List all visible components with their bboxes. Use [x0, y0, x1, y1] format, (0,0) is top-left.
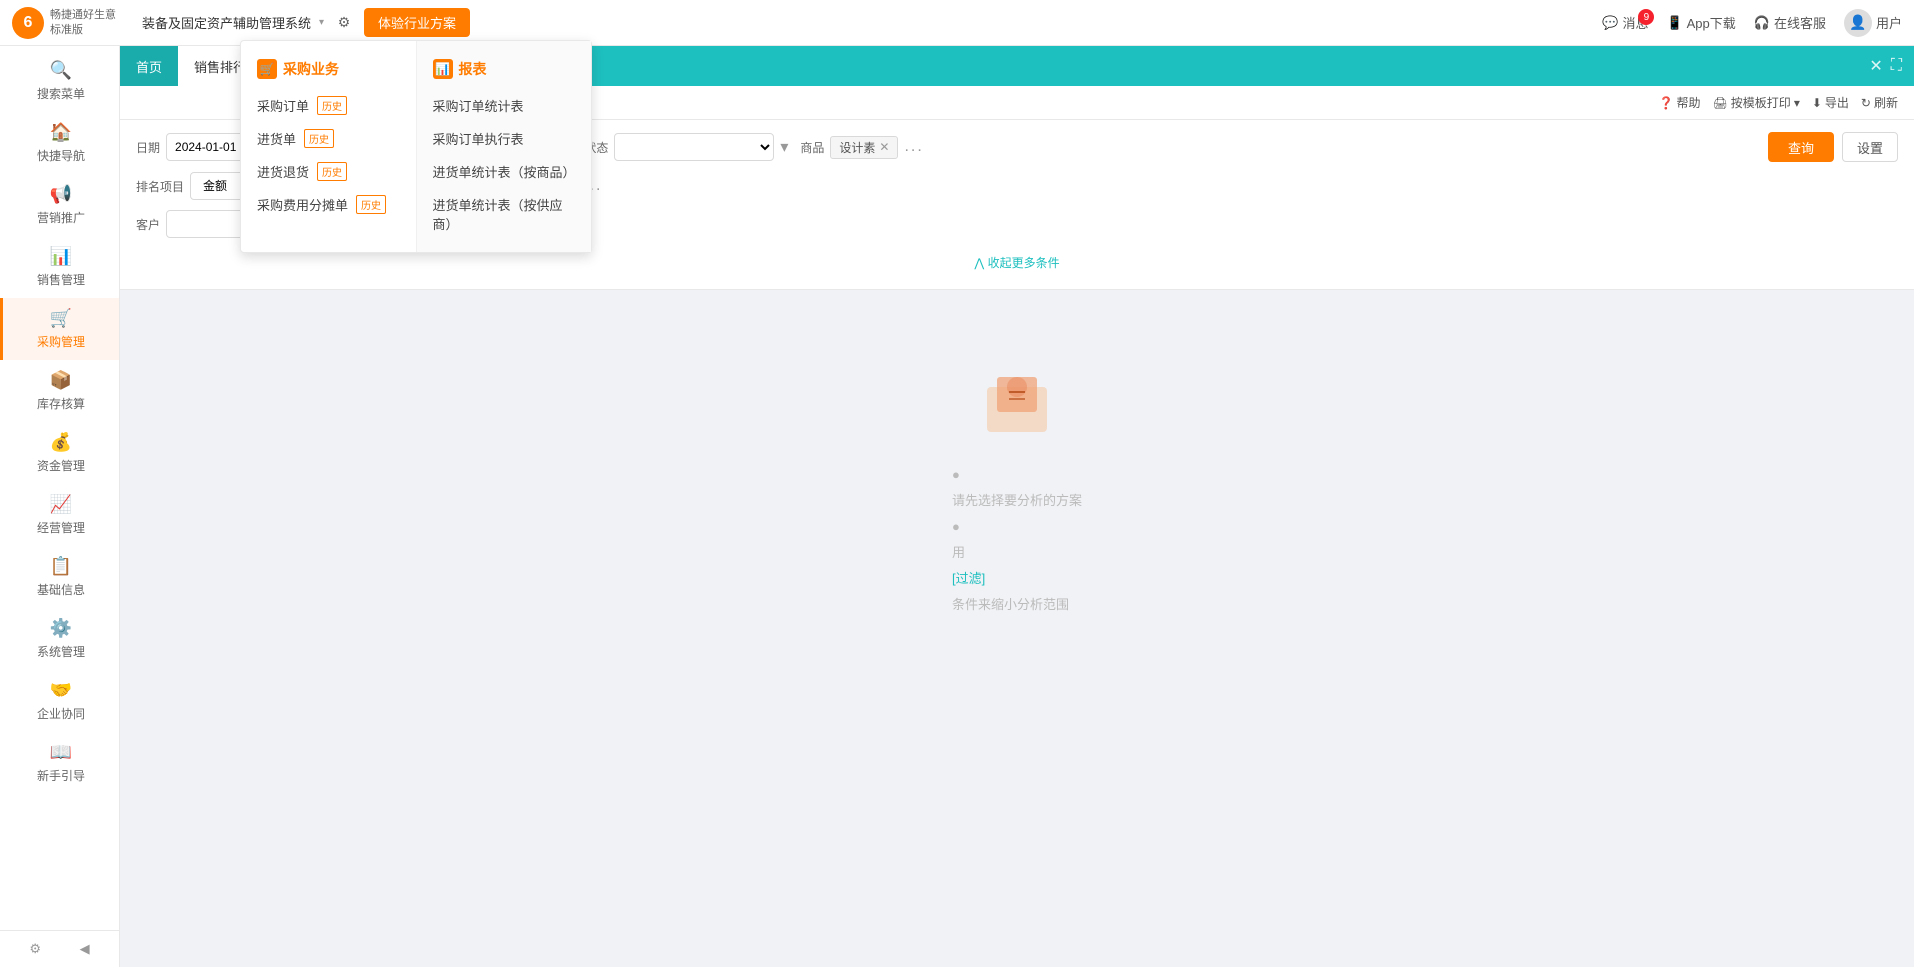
message-icon: 💬 [1602, 15, 1618, 31]
dropdown-item-order-stat[interactable]: 采购订单统计表 [417, 89, 592, 122]
collapse-sidebar-icon[interactable]: ◀ [80, 941, 90, 957]
inventory-icon: 📦 [50, 370, 72, 391]
print-arrow-icon: ▾ [1794, 96, 1800, 110]
sidebar-item-nav[interactable]: 🏠 快捷导航 [0, 112, 119, 174]
tab-minimize-icon[interactable]: ✕ [1869, 56, 1882, 76]
online-service-button[interactable]: 🎧 在线客服 [1754, 13, 1826, 32]
customer-label: 客户 [136, 216, 160, 233]
user-menu[interactable]: 👤 用户 [1844, 9, 1902, 37]
history-badge-1: 历史 [317, 96, 347, 115]
set-button[interactable]: 设置 [1842, 132, 1898, 162]
sales-icon: 📊 [50, 246, 72, 267]
sidebar-item-finance[interactable]: 💰 资金管理 [0, 422, 119, 484]
avatar: 👤 [1844, 9, 1872, 37]
sidebar: 🔍 搜索菜单 🏠 快捷导航 📢 营销推广 📊 销售管理 🛒 采购管理 📦 库存核… [0, 46, 120, 967]
sidebar-item-cooperation[interactable]: 🤝 企业协同 [0, 670, 119, 732]
logo: 6 畅捷通好生意 标准版 [12, 7, 132, 39]
tab-actions: ✕ ⛶ [1857, 46, 1914, 86]
sidebar-item-search[interactable]: 🔍 搜索菜单 [0, 50, 119, 112]
purchase-business-header: 🛒 采购业务 [241, 53, 416, 89]
doc-status-more-icon: ▾ [780, 137, 788, 157]
rank-item-label: 排名项目 [136, 178, 184, 195]
system-icon: ⚙️ [50, 618, 72, 639]
system-name: 装备及固定资产辅助管理系统 [142, 13, 311, 32]
collapse-up-icon: ⋀ [974, 256, 984, 270]
export-button[interactable]: ⬇ 导出 [1812, 94, 1849, 111]
topbar-system: 装备及固定资产辅助管理系统 ▾ ⚙ 体验行业方案 [142, 8, 1602, 37]
goods-label: 商品 [800, 139, 824, 156]
dropdown-item-purchase-order[interactable]: 采购订单 历史 [241, 89, 416, 122]
dropdown-item-stock-by-supplier[interactable]: 进货单统计表（按供应商） [417, 188, 592, 240]
gear-icon[interactable]: ⚙ [332, 11, 356, 35]
sidebar-item-base[interactable]: 📋 基础信息 [0, 546, 119, 608]
history-badge-3: 历史 [317, 162, 347, 181]
empty-state: ● 请先选择要分析的方案 ● 用[过滤]条件来缩小分析范围 [120, 290, 1914, 690]
doc-status-filter: 单据状态 ▾ [560, 133, 788, 161]
sidebar-item-purchase[interactable]: 🛒 采购管理 [0, 298, 119, 360]
purchase-business-header-icon: 🛒 [257, 59, 277, 79]
app-download-button[interactable]: 📱 App下载 [1666, 13, 1735, 32]
export-icon: ⬇ [1812, 96, 1822, 110]
message-badge: 9 [1638, 9, 1654, 25]
finance-icon: 💰 [50, 432, 72, 453]
operations-icon: 📈 [50, 494, 72, 515]
purchase-icon: 🛒 [50, 308, 72, 329]
sidebar-item-operations[interactable]: 📈 经营管理 [0, 484, 119, 546]
tab-expand-icon[interactable]: ⛶ [1891, 57, 1902, 75]
search-icon: 🔍 [50, 60, 72, 81]
dropdown-item-stock-by-goods[interactable]: 进货单统计表（按商品） [417, 155, 592, 188]
logo-icon: 6 [12, 7, 44, 39]
logo-text: 畅捷通好生意 标准版 [50, 8, 116, 37]
empty-tip2: 用[过滤]条件来缩小分析范围 [952, 540, 1082, 618]
system-arrow-icon[interactable]: ▾ [319, 17, 324, 28]
print-button[interactable]: 🖨 按模板打印 ▾ [1713, 94, 1800, 111]
dropdown-item-order-exec[interactable]: 采购订单执行表 [417, 122, 592, 155]
guide-icon: 📖 [50, 742, 72, 763]
topbar-right: 💬 消息 9 📱 App下载 🎧 在线客服 👤 用户 [1602, 9, 1902, 37]
action-buttons: 查询 设置 [1768, 132, 1898, 162]
report-header-icon: 📊 [433, 59, 453, 79]
home-icon: 🏠 [50, 122, 72, 143]
phone-icon: 📱 [1666, 15, 1682, 31]
goods-more-dots[interactable]: ... [904, 138, 923, 156]
sidebar-item-sales[interactable]: 📊 销售管理 [0, 236, 119, 298]
refresh-icon: ↻ [1861, 96, 1871, 110]
empty-illustration [967, 362, 1067, 442]
bullet2: ● [952, 514, 1082, 540]
history-badge-2: 历史 [304, 129, 334, 148]
sidebar-item-inventory[interactable]: 📦 库存核算 [0, 360, 119, 422]
date-label: 日期 [136, 139, 160, 156]
tab-home[interactable]: 首页 [120, 46, 178, 86]
goods-tag: 设计素 ✕ [830, 136, 898, 159]
history-badge-4: 历史 [356, 195, 386, 214]
sidebar-item-guide[interactable]: 📖 新手引导 [0, 732, 119, 794]
goods-filter: 商品 设计素 ✕ ... [800, 136, 923, 159]
help-icon: ❓ [1659, 96, 1674, 110]
industry-button[interactable]: 体验行业方案 [364, 8, 470, 37]
sidebar-item-marketing[interactable]: 📢 营销推广 [0, 174, 119, 236]
marketing-icon: 📢 [50, 184, 72, 205]
message-button[interactable]: 💬 消息 9 [1602, 13, 1648, 32]
sidebar-item-system[interactable]: ⚙️ 系统管理 [0, 608, 119, 670]
dropdown-item-return[interactable]: 进货退货 历史 [241, 155, 416, 188]
doc-status-select[interactable] [614, 133, 774, 161]
purchase-dropdown-menu: 🛒 采购业务 采购订单 历史 进货单 历史 进货退货 历史 采购费用分摊单 历史… [240, 40, 592, 253]
refresh-button[interactable]: ↻ 刷新 [1861, 94, 1898, 111]
query-button[interactable]: 查询 [1768, 132, 1834, 162]
help-button[interactable]: ❓ 帮助 [1659, 94, 1701, 111]
report-header: 📊 报表 [417, 53, 592, 89]
goods-tag-close-icon[interactable]: ✕ [879, 140, 889, 154]
empty-text: ● 请先选择要分析的方案 ● 用[过滤]条件来缩小分析范围 [952, 462, 1082, 618]
base-icon: 📋 [50, 556, 72, 577]
dropdown-item-expense[interactable]: 采购费用分摊单 历史 [241, 188, 416, 221]
report-col: 📊 报表 采购订单统计表 采购订单执行表 进货单统计表（按商品） 进货单统计表（… [416, 41, 592, 252]
cooperation-icon: 🤝 [50, 680, 72, 701]
headset-icon: 🎧 [1754, 15, 1770, 31]
sidebar-bottom: ⚙ ◀ [0, 930, 119, 967]
dropdown-item-stock-in[interactable]: 进货单 历史 [241, 122, 416, 155]
bullet1: ● [952, 462, 1082, 488]
purchase-business-col: 🛒 采购业务 采购订单 历史 进货单 历史 进货退货 历史 采购费用分摊单 历史 [241, 41, 416, 252]
settings-icon[interactable]: ⚙ [29, 941, 41, 957]
print-icon: 🖨 [1713, 96, 1728, 110]
